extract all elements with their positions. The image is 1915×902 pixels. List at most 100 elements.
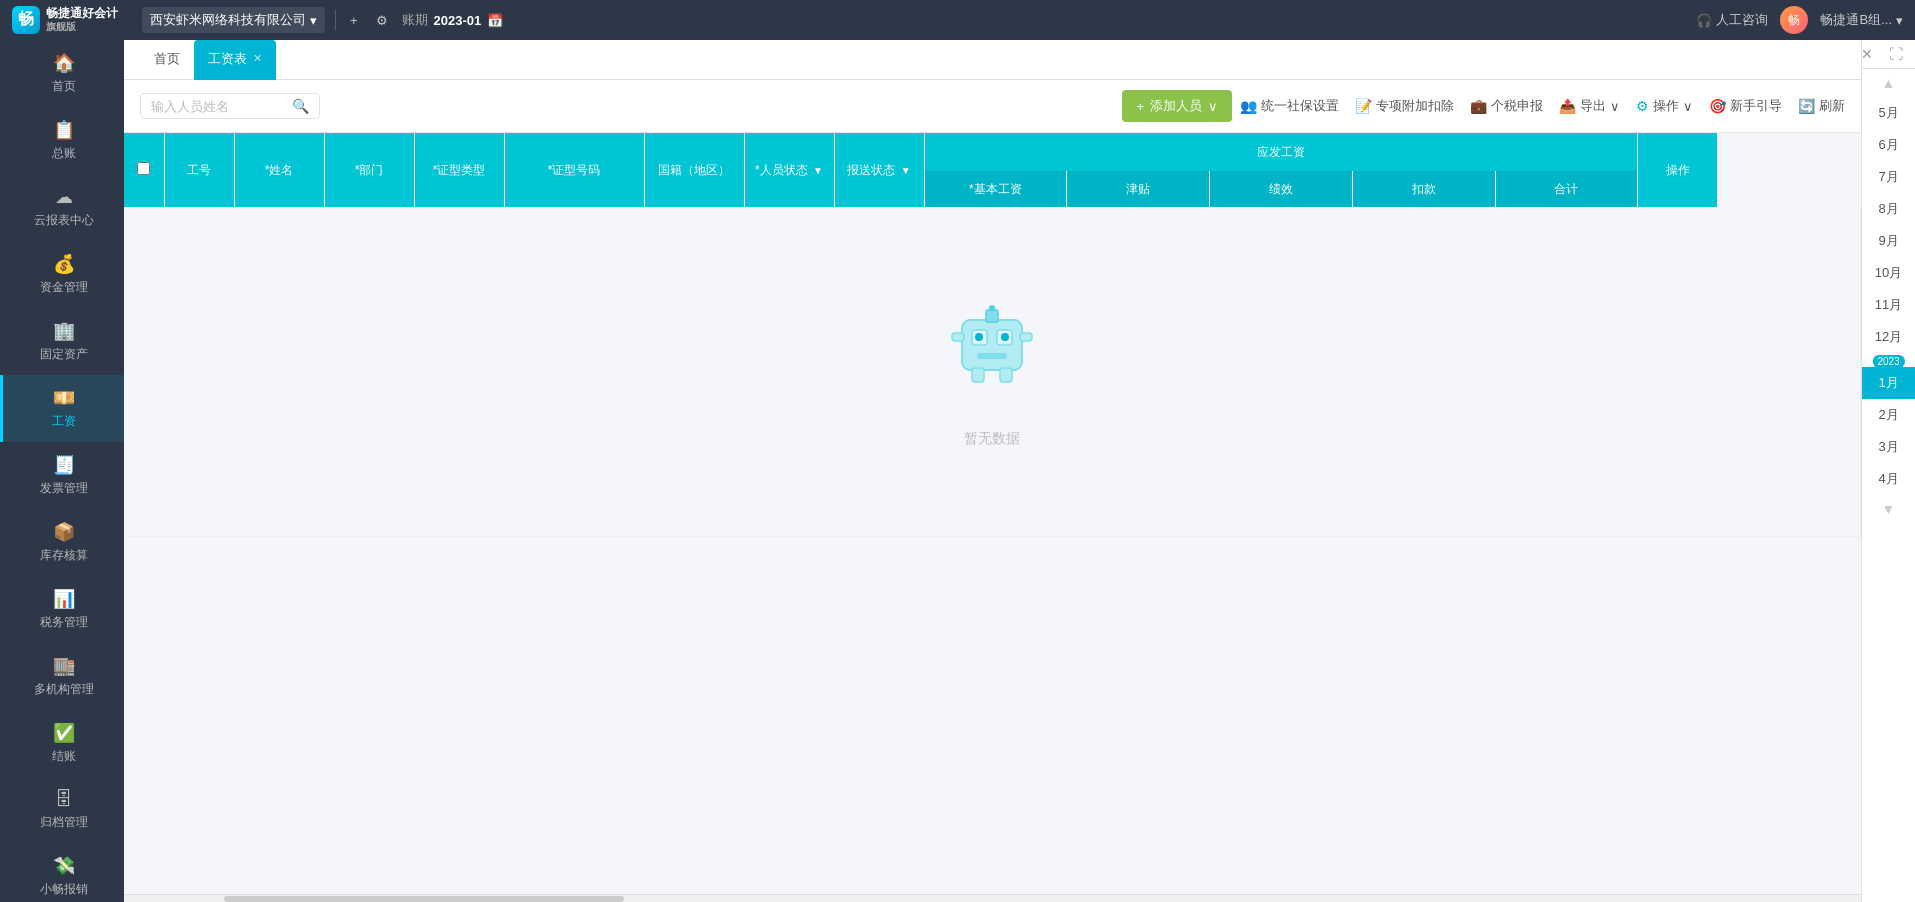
- month-item-12[interactable]: 12月: [1862, 321, 1915, 353]
- export-action[interactable]: 📤 导出 ∨: [1559, 97, 1620, 115]
- refresh-action[interactable]: 🔄 刷新: [1798, 97, 1845, 115]
- operations-action[interactable]: ⚙ 操作 ∨: [1636, 97, 1693, 115]
- headset-icon: 🎧: [1696, 13, 1712, 28]
- month-item-4[interactable]: 4月: [1862, 463, 1915, 495]
- refresh-icon: 🔄: [1798, 98, 1815, 114]
- sidebar-item-cloud-report[interactable]: ☁ 云报表中心: [0, 174, 124, 241]
- report-status-filter-icon[interactable]: ▼: [901, 165, 911, 176]
- search-icon[interactable]: 🔍: [292, 98, 309, 114]
- month-item-8[interactable]: 8月: [1862, 193, 1915, 225]
- table-wrap: 工号 *姓名 *部门 *证型类型 *证型号码 国籍（地区） *人员状态 ▼ 报送…: [124, 133, 1861, 894]
- username-display[interactable]: 畅捷通B组... ▾: [1820, 11, 1903, 29]
- sidebar-item-expense[interactable]: 💸 小畅报销: [0, 843, 124, 902]
- social-insurance-action[interactable]: 👥 统一社保设置: [1240, 97, 1339, 115]
- fixed-assets-icon: 🏢: [53, 320, 75, 342]
- th-person-status: *人员状态 ▼: [744, 133, 834, 207]
- fund-icon: 💰: [53, 253, 75, 275]
- sidebar-item-archive-label: 归档管理: [40, 814, 88, 831]
- new-guide-action[interactable]: 🎯 新手引导: [1709, 97, 1782, 115]
- month-item-1-current[interactable]: 2023 1月: [1862, 367, 1915, 399]
- empty-robot-icon: [942, 295, 1042, 414]
- th-base-salary: *基本工资: [924, 171, 1067, 207]
- toolbar-right: 👥 统一社保设置 📝 专项附加扣除 💼 个税申报 📤 导出 ∨ ⚙: [1240, 97, 1845, 115]
- month-item-2[interactable]: 2月: [1862, 399, 1915, 431]
- operations-arrow: ∨: [1683, 99, 1693, 114]
- panel-maximize-button[interactable]: ⛶: [1885, 44, 1907, 64]
- month-item-9[interactable]: 9月: [1862, 225, 1915, 257]
- sidebar-item-ledger-label: 总账: [52, 145, 76, 162]
- tab-salary[interactable]: 工资表 ✕: [194, 40, 276, 80]
- calendar-icon[interactable]: 📅: [487, 13, 503, 28]
- select-all-checkbox[interactable]: [137, 162, 150, 175]
- special-deduct-action[interactable]: 📝 专项附加扣除: [1355, 97, 1454, 115]
- company-selector[interactable]: 西安虾米网络科技有限公司 ▾: [142, 7, 325, 33]
- sidebar-item-multi-org[interactable]: 🏬 多机构管理: [0, 643, 124, 710]
- personal-tax-action[interactable]: 💼 个税申报: [1470, 97, 1543, 115]
- export-label: 导出: [1580, 97, 1606, 115]
- sidebar-item-tax-label: 税务管理: [40, 614, 88, 631]
- sidebar-item-ledger[interactable]: 📋 总账: [0, 107, 124, 174]
- empty-state: 暂无数据: [134, 215, 1850, 528]
- sidebar-item-home[interactable]: 🏠 首页: [0, 40, 124, 107]
- sidebar-item-salary[interactable]: 💴 工资: [0, 375, 124, 442]
- add-company-button[interactable]: +: [346, 9, 362, 32]
- sidebar-item-invoice[interactable]: 🧾 发票管理: [0, 442, 124, 509]
- horizontal-scrollbar[interactable]: [124, 894, 1861, 902]
- company-name: 西安虾米网络科技有限公司: [150, 11, 306, 29]
- sidebar-item-settle-label: 结账: [52, 748, 76, 765]
- svg-rect-5: [977, 353, 1007, 359]
- customer-service-button[interactable]: 🎧 人工咨询: [1696, 11, 1768, 29]
- sidebar-item-tax[interactable]: 📊 税务管理: [0, 576, 124, 643]
- inventory-icon: 📦: [53, 521, 75, 543]
- export-icon: 📤: [1559, 98, 1576, 114]
- add-person-arrow: ∨: [1208, 99, 1218, 114]
- month-item-3[interactable]: 3月: [1862, 431, 1915, 463]
- expense-icon: 💸: [53, 855, 75, 877]
- ledger-icon: 📋: [53, 119, 75, 141]
- tax-icon: 📊: [53, 588, 75, 610]
- logo-icon: 畅: [12, 6, 40, 34]
- th-num: 工号: [164, 133, 234, 207]
- month-panel-up-button[interactable]: ▲: [1862, 69, 1915, 97]
- sidebar: 🏠 首页 📋 总账 ☁ 云报表中心 💰 资金管理 🏢 固定资产 💴 工资 🧾 发…: [0, 40, 124, 902]
- sidebar-item-settle[interactable]: ✅ 结账: [0, 710, 124, 777]
- sidebar-item-inventory[interactable]: 📦 库存核算: [0, 509, 124, 576]
- sidebar-item-multi-org-label: 多机构管理: [34, 681, 94, 698]
- new-guide-label: 新手引导: [1730, 97, 1782, 115]
- add-person-button[interactable]: + 添加人员 ∨: [1122, 90, 1232, 122]
- special-deduct-label: 专项附加扣除: [1376, 97, 1454, 115]
- svg-rect-11: [972, 368, 984, 382]
- sidebar-item-fixed-assets[interactable]: 🏢 固定资产: [0, 308, 124, 375]
- scroll-thumb[interactable]: [224, 896, 624, 902]
- social-insurance-icon: 👥: [1240, 98, 1257, 114]
- th-checkbox[interactable]: [124, 133, 164, 207]
- sidebar-item-invoice-label: 发票管理: [40, 480, 88, 497]
- user-avatar[interactable]: 畅: [1780, 6, 1808, 34]
- divider-1: [335, 10, 336, 30]
- month-item-5[interactable]: 5月: [1862, 97, 1915, 129]
- panel-close-button[interactable]: ✕: [1861, 44, 1877, 64]
- month-panel-down-button[interactable]: ▼: [1862, 495, 1915, 523]
- search-input[interactable]: [151, 99, 286, 114]
- th-total: 合计: [1495, 171, 1638, 207]
- empty-state-cell: 暂无数据: [124, 207, 1861, 537]
- tab-home[interactable]: 首页: [140, 40, 194, 80]
- app-name: 畅捷通好会计: [46, 6, 118, 20]
- month-item-11[interactable]: 11月: [1862, 289, 1915, 321]
- month-item-6[interactable]: 6月: [1862, 129, 1915, 161]
- settings-button[interactable]: ⚙: [372, 9, 392, 32]
- salary-table: 工号 *姓名 *部门 *证型类型 *证型号码 国籍（地区） *人员状态 ▼ 报送…: [124, 133, 1861, 537]
- sidebar-item-archive[interactable]: 🗄 归档管理: [0, 777, 124, 843]
- home-icon: 🏠: [53, 52, 75, 74]
- month-item-7[interactable]: 7月: [1862, 161, 1915, 193]
- multi-org-icon: 🏬: [53, 655, 75, 677]
- tab-salary-close[interactable]: ✕: [253, 52, 262, 65]
- person-status-filter-icon[interactable]: ▼: [813, 165, 823, 176]
- export-arrow: ∨: [1610, 99, 1620, 114]
- th-deduction: 扣款: [1352, 171, 1495, 207]
- sidebar-item-expense-label: 小畅报销: [40, 881, 88, 898]
- sidebar-item-fund[interactable]: 💰 资金管理: [0, 241, 124, 308]
- month-item-10[interactable]: 10月: [1862, 257, 1915, 289]
- company-dropdown-icon: ▾: [310, 13, 317, 28]
- add-person-icon: +: [1136, 99, 1144, 114]
